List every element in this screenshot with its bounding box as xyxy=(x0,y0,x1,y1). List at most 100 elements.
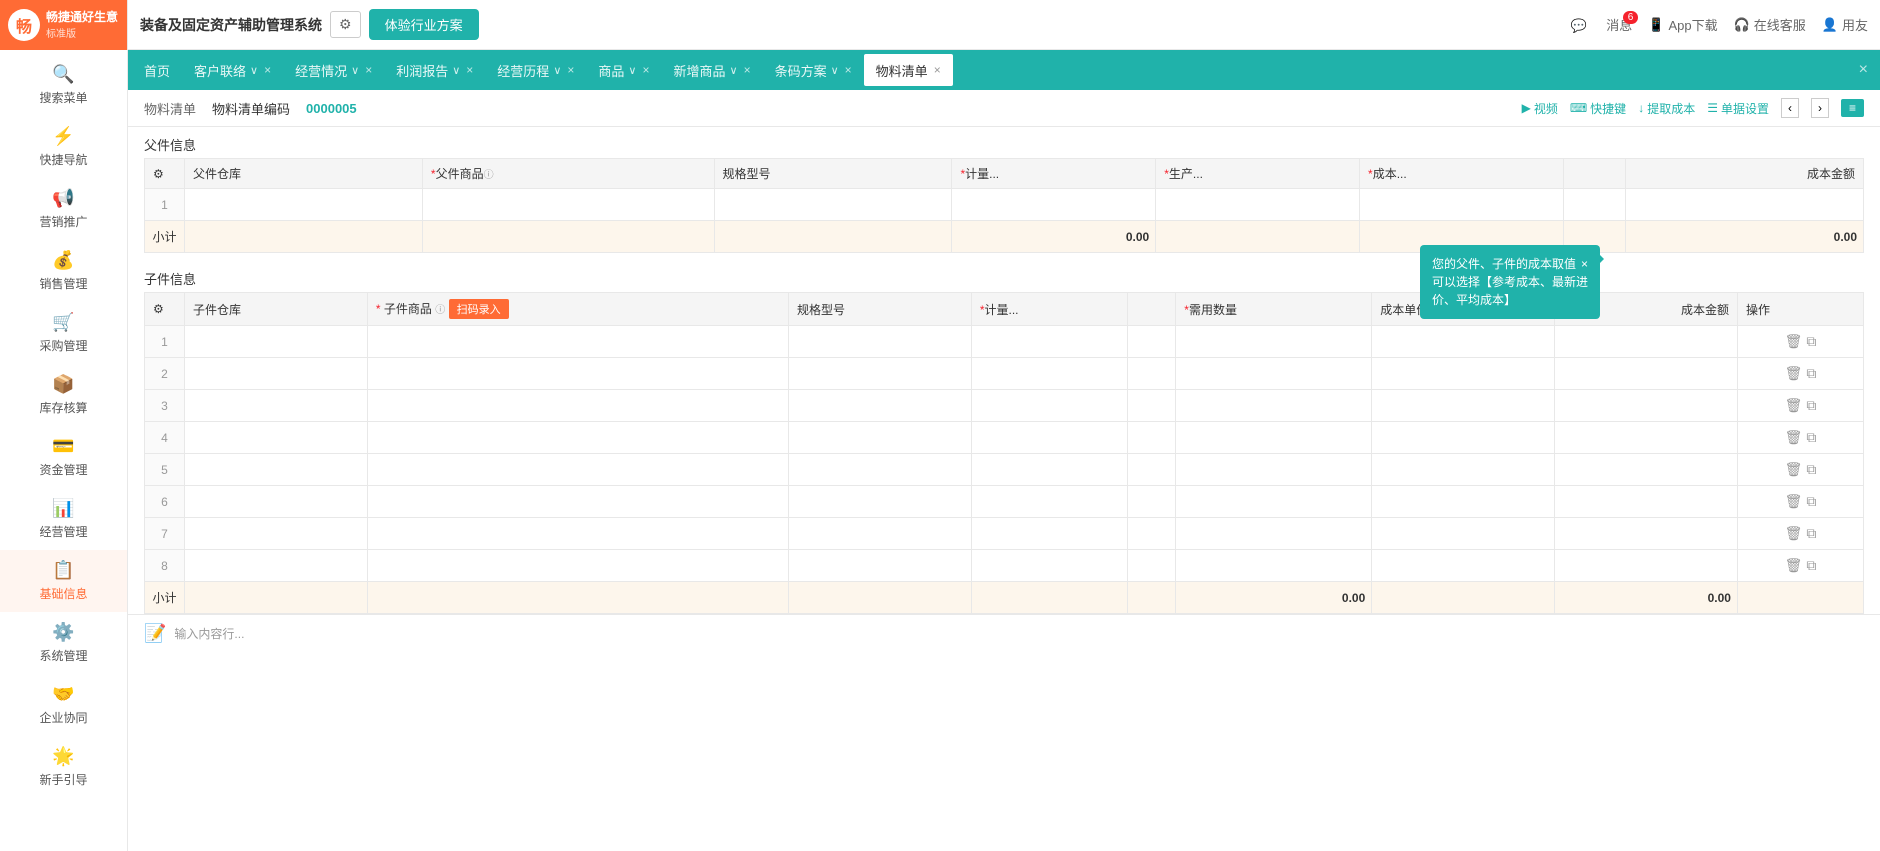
delete-icon[interactable]: 🗑 xyxy=(1785,461,1803,478)
child-unit-cell[interactable] xyxy=(971,390,1128,422)
tab-area-close[interactable]: × xyxy=(1851,61,1876,79)
child-unit-cell[interactable] xyxy=(971,550,1128,582)
child-warehouse-cell[interactable] xyxy=(185,390,368,422)
single-settings-btn[interactable]: ☰ 单据设置 xyxy=(1707,100,1769,117)
tab-goods[interactable]: 商品 ∨ × xyxy=(586,54,661,86)
nav-prev-btn[interactable]: ‹ xyxy=(1781,98,1799,118)
child-spec-cell[interactable] xyxy=(788,422,971,454)
child-unit-cell[interactable] xyxy=(971,358,1128,390)
tab-operations-close[interactable]: × xyxy=(365,63,372,77)
tab-barcode-close[interactable]: × xyxy=(845,63,852,77)
child-cost-amount-cell[interactable] xyxy=(1555,390,1738,422)
shortcut-btn[interactable]: ⌨ 快捷键 xyxy=(1570,100,1626,117)
tab-bom-close[interactable]: × xyxy=(934,63,941,77)
child-unit-cost-cell[interactable] xyxy=(1372,390,1555,422)
delete-icon[interactable]: 🗑 xyxy=(1785,365,1803,382)
child-unit-cell[interactable] xyxy=(971,486,1128,518)
child-spec-cell[interactable] xyxy=(788,550,971,582)
extract-cost-btn[interactable]: ↓ 提取成本 xyxy=(1638,100,1695,117)
child-warehouse-cell[interactable] xyxy=(185,422,368,454)
child-product-cell[interactable] xyxy=(367,486,788,518)
delete-icon[interactable]: 🗑 xyxy=(1785,333,1803,350)
delete-icon[interactable]: 🗑 xyxy=(1785,525,1803,542)
child-qty-cell[interactable] xyxy=(1176,326,1372,358)
child-product-cell[interactable] xyxy=(367,326,788,358)
tab-home[interactable]: 首页 xyxy=(132,54,182,86)
app-download-btn[interactable]: 📱 App下载 xyxy=(1648,15,1717,34)
sidebar-item-inventory[interactable]: 📦 库存核算 xyxy=(0,364,127,426)
child-qty-cell[interactable] xyxy=(1176,358,1372,390)
tab-newgoods[interactable]: 新增商品 ∨ × xyxy=(661,54,762,86)
sidebar-item-quicknav[interactable]: ⚡ 快捷导航 xyxy=(0,116,127,178)
child-unit-cost-cell[interactable] xyxy=(1372,358,1555,390)
parent-product-cell[interactable] xyxy=(422,189,714,221)
child-col-settings[interactable]: ⚙ xyxy=(145,293,185,326)
copy-icon[interactable]: ⧉ xyxy=(1806,493,1816,510)
child-unit-cost-cell[interactable] xyxy=(1372,486,1555,518)
sidebar-item-guide[interactable]: 🌟 新手引导 xyxy=(0,736,127,798)
copy-icon[interactable]: ⧉ xyxy=(1806,525,1816,542)
copy-icon[interactable]: ⧉ xyxy=(1806,429,1816,446)
child-spec-cell[interactable] xyxy=(788,390,971,422)
child-cost-amount-cell[interactable] xyxy=(1555,550,1738,582)
child-spec-cell[interactable] xyxy=(788,518,971,550)
sidebar-item-finance[interactable]: 💳 资金管理 xyxy=(0,426,127,488)
sidebar-item-marketing[interactable]: 📢 营销推广 xyxy=(0,178,127,240)
child-spec-cell[interactable] xyxy=(788,326,971,358)
child-spec-cell[interactable] xyxy=(788,486,971,518)
child-warehouse-cell[interactable] xyxy=(185,486,368,518)
child-product-cell[interactable] xyxy=(367,550,788,582)
scan-input-btn[interactable]: 扫码录入 xyxy=(449,299,509,319)
gear-button[interactable]: ⚙ xyxy=(330,11,361,38)
sidebar-item-search[interactable]: 🔍 搜索菜单 xyxy=(0,54,127,116)
child-cost-amount-cell[interactable] xyxy=(1555,454,1738,486)
child-spec-cell[interactable] xyxy=(788,358,971,390)
child-warehouse-cell[interactable] xyxy=(185,358,368,390)
child-warehouse-cell[interactable] xyxy=(185,326,368,358)
sidebar-item-operations[interactable]: 📊 经营管理 xyxy=(0,488,127,550)
child-warehouse-cell[interactable] xyxy=(185,454,368,486)
child-unit-cell[interactable] xyxy=(971,518,1128,550)
delete-icon[interactable]: 🗑 xyxy=(1785,493,1803,510)
list-view-btn[interactable]: ≡ xyxy=(1841,99,1864,117)
child-unit-cost-cell[interactable] xyxy=(1372,518,1555,550)
parent-warehouse-cell[interactable] xyxy=(185,189,423,221)
child-warehouse-cell[interactable] xyxy=(185,550,368,582)
tab-bom[interactable]: 物料清单 × xyxy=(864,54,953,86)
tab-newgoods-close[interactable]: × xyxy=(744,63,751,77)
child-cost-amount-cell[interactable] xyxy=(1555,358,1738,390)
tab-barcode[interactable]: 条码方案 ∨ × xyxy=(763,54,864,86)
child-qty-cell[interactable] xyxy=(1176,486,1372,518)
child-unit-cost-cell[interactable] xyxy=(1372,454,1555,486)
try-plan-button[interactable]: 体验行业方案 xyxy=(369,9,479,40)
copy-icon[interactable]: ⧉ xyxy=(1806,333,1816,350)
parent-col-settings[interactable]: ⚙ xyxy=(145,159,185,189)
copy-icon[interactable]: ⧉ xyxy=(1806,461,1816,478)
parent-spec-cell[interactable] xyxy=(714,189,952,221)
parent-cost-amount-cell[interactable] xyxy=(1626,189,1864,221)
tab-customer[interactable]: 客户联络 ∨ × xyxy=(182,54,283,86)
parent-cost-cell[interactable] xyxy=(1360,189,1564,221)
delete-icon[interactable]: 🗑 xyxy=(1785,429,1803,446)
delete-icon[interactable]: 🗑 xyxy=(1785,557,1803,574)
tab-operations[interactable]: 经营情况 ∨ × xyxy=(283,54,384,86)
sidebar-item-system[interactable]: ⚙️ 系统管理 xyxy=(0,612,127,674)
child-unit-cost-cell[interactable] xyxy=(1372,422,1555,454)
child-product-cell[interactable] xyxy=(367,358,788,390)
sidebar-item-purchase[interactable]: 🛒 采购管理 xyxy=(0,302,127,364)
child-unit-cell[interactable] xyxy=(971,454,1128,486)
sidebar-item-basic[interactable]: 📋 基础信息 xyxy=(0,550,127,612)
parent-unit-cell[interactable] xyxy=(952,189,1156,221)
user-profile[interactable]: 👤 用友 xyxy=(1822,15,1868,34)
child-product-cell[interactable] xyxy=(367,390,788,422)
nav-next-btn[interactable]: › xyxy=(1811,98,1829,118)
child-cost-amount-cell[interactable] xyxy=(1555,422,1738,454)
child-product-cell[interactable] xyxy=(367,518,788,550)
online-service-btn[interactable]: 🎧 在线客服 xyxy=(1734,15,1806,34)
child-qty-cell[interactable] xyxy=(1176,390,1372,422)
child-unit-cost-cell[interactable] xyxy=(1372,326,1555,358)
sidebar-item-collab[interactable]: 🤝 企业协同 xyxy=(0,674,127,736)
child-cost-amount-cell[interactable] xyxy=(1555,486,1738,518)
tab-profit-close[interactable]: × xyxy=(466,63,473,77)
copy-icon[interactable]: ⧉ xyxy=(1806,365,1816,382)
